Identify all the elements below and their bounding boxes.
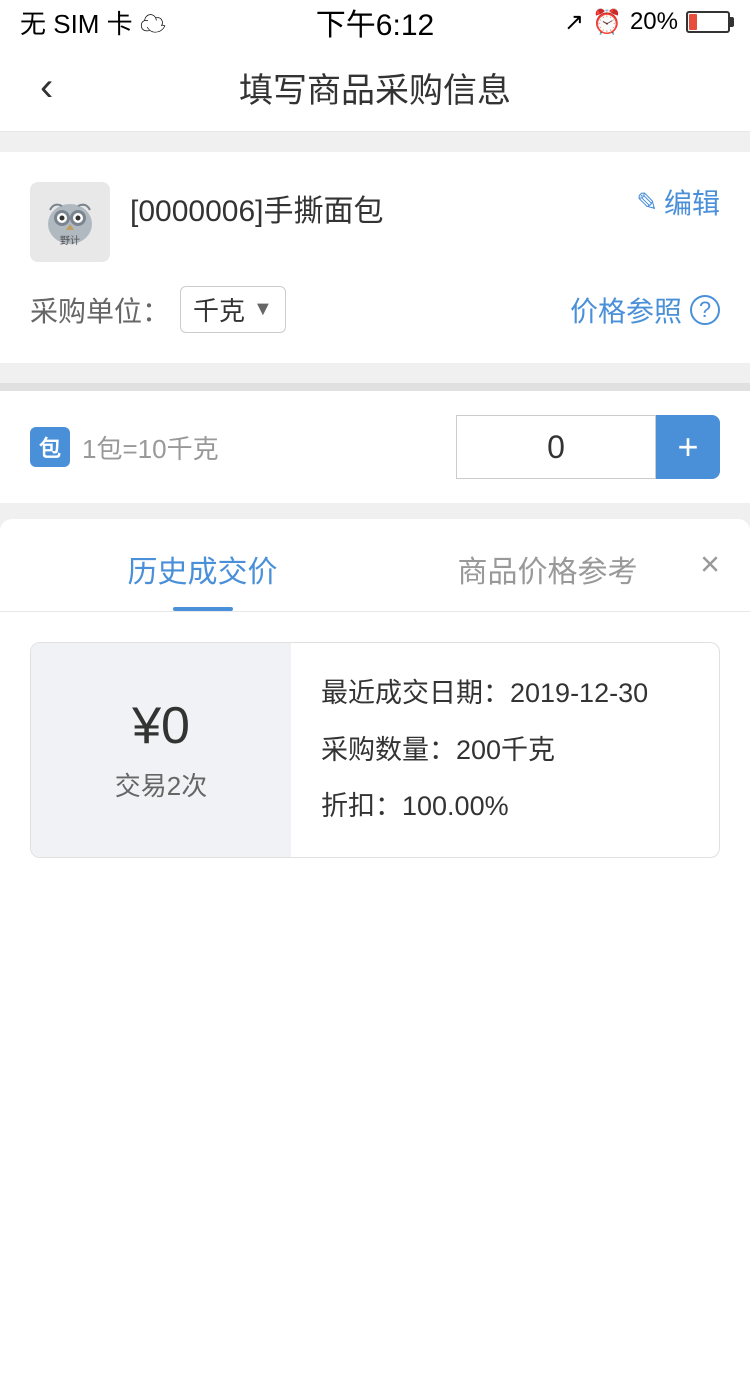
price-reference-button[interactable]: 价格参照 ? bbox=[570, 290, 720, 330]
unit-label: 采购单位： bbox=[30, 290, 170, 330]
page-title: 填写商品采购信息 bbox=[239, 63, 511, 112]
unit-select-dropdown[interactable]: 千克 ▼ bbox=[180, 286, 286, 333]
discount-row: 折扣：100.00% bbox=[321, 786, 689, 827]
recent-date-row: 最近成交日期：2019-12-30 bbox=[321, 673, 689, 714]
status-time: 下午6:12 bbox=[316, 0, 434, 44]
purchase-qty-value: 200千克 bbox=[456, 735, 555, 765]
card-price-left: ¥0 交易2次 bbox=[31, 643, 291, 857]
price-value: 0 bbox=[161, 697, 190, 755]
quantity-section: 包 1包=10千克 + bbox=[0, 391, 750, 503]
alarm-icon: ⏰ bbox=[592, 8, 622, 37]
product-header: 野计 [0000006]手撕面包 ✎ 编辑 bbox=[30, 182, 720, 262]
chevron-down-icon: ▼ bbox=[253, 298, 273, 321]
tab-price-reference[interactable]: 商品价格参考 bbox=[375, 519, 720, 611]
transaction-count: 交易2次 bbox=[115, 766, 207, 803]
close-panel-button[interactable]: × bbox=[690, 536, 730, 595]
signal-text: 无 SIM 卡 ☁ bbox=[20, 4, 166, 41]
status-right: ↗ ⏰ 20% bbox=[564, 8, 730, 37]
price-display: ¥0 bbox=[132, 696, 190, 756]
svg-text:野计: 野计 bbox=[60, 234, 80, 247]
nav-bar: ‹ 填写商品采购信息 bbox=[0, 44, 750, 132]
unit-selector-group: 采购单位： 千克 ▼ bbox=[30, 286, 286, 333]
product-thumbnail: 野计 bbox=[30, 182, 110, 262]
tabs-row: 历史成交价 商品价格参考 × bbox=[0, 519, 750, 612]
quantity-label-group: 包 1包=10千克 bbox=[30, 427, 219, 467]
empty-content-area bbox=[0, 888, 750, 1388]
edit-label: 编辑 bbox=[664, 182, 720, 222]
purchase-qty-row: 采购数量：200千克 bbox=[321, 730, 689, 771]
unit-conversion: 1包=10千克 bbox=[82, 429, 219, 466]
discount-label: 折扣： bbox=[321, 791, 402, 821]
recent-date-value: 2019-12-30 bbox=[510, 678, 648, 708]
status-bar: 无 SIM 卡 ☁ 下午6:12 ↗ ⏰ 20% bbox=[0, 0, 750, 44]
price-symbol: ¥ bbox=[132, 697, 161, 755]
battery-percent: 20% bbox=[630, 8, 678, 36]
purchase-qty-label: 采购数量： bbox=[321, 735, 456, 765]
unit-box: 包 bbox=[30, 427, 70, 467]
tab-history-price[interactable]: 历史成交价 bbox=[30, 519, 375, 611]
help-icon: ? bbox=[690, 295, 720, 325]
quantity-plus-button[interactable]: + bbox=[656, 415, 720, 479]
discount-value: 100.00% bbox=[402, 791, 509, 821]
back-button[interactable]: ‹ bbox=[30, 55, 63, 120]
edit-icon: ✎ bbox=[636, 187, 658, 218]
product-logo: 野计 bbox=[40, 192, 100, 252]
price-ref-label: 价格参照 bbox=[570, 290, 682, 330]
history-card: ¥0 交易2次 最近成交日期：2019-12-30 采购数量：200千克 折扣：… bbox=[30, 642, 720, 858]
section-divider bbox=[0, 383, 750, 391]
product-section: 野计 [0000006]手撕面包 ✎ 编辑 采购单位： 千克 ▼ 价格参照 bbox=[0, 152, 750, 363]
product-info-left: 野计 [0000006]手撕面包 bbox=[30, 182, 383, 262]
quantity-input[interactable] bbox=[456, 415, 656, 479]
battery-icon bbox=[686, 11, 730, 33]
product-name: [0000006]手撕面包 bbox=[130, 186, 383, 230]
quantity-input-group: + bbox=[456, 415, 720, 479]
product-unit-row: 采购单位： 千克 ▼ 价格参照 ? bbox=[30, 286, 720, 333]
recent-date-label: 最近成交日期： bbox=[321, 678, 510, 708]
status-left: 无 SIM 卡 ☁ bbox=[20, 4, 166, 41]
edit-button[interactable]: ✎ 编辑 bbox=[636, 182, 720, 222]
unit-value: 千克 bbox=[193, 291, 245, 328]
product-name-container: [0000006]手撕面包 bbox=[130, 182, 383, 230]
bottom-panel: 历史成交价 商品价格参考 × ¥0 交易2次 最近成交日期：2019-12-30… bbox=[0, 519, 750, 1388]
location-icon: ↗ bbox=[564, 8, 584, 37]
card-details-right: 最近成交日期：2019-12-30 采购数量：200千克 折扣：100.00% bbox=[291, 643, 719, 857]
